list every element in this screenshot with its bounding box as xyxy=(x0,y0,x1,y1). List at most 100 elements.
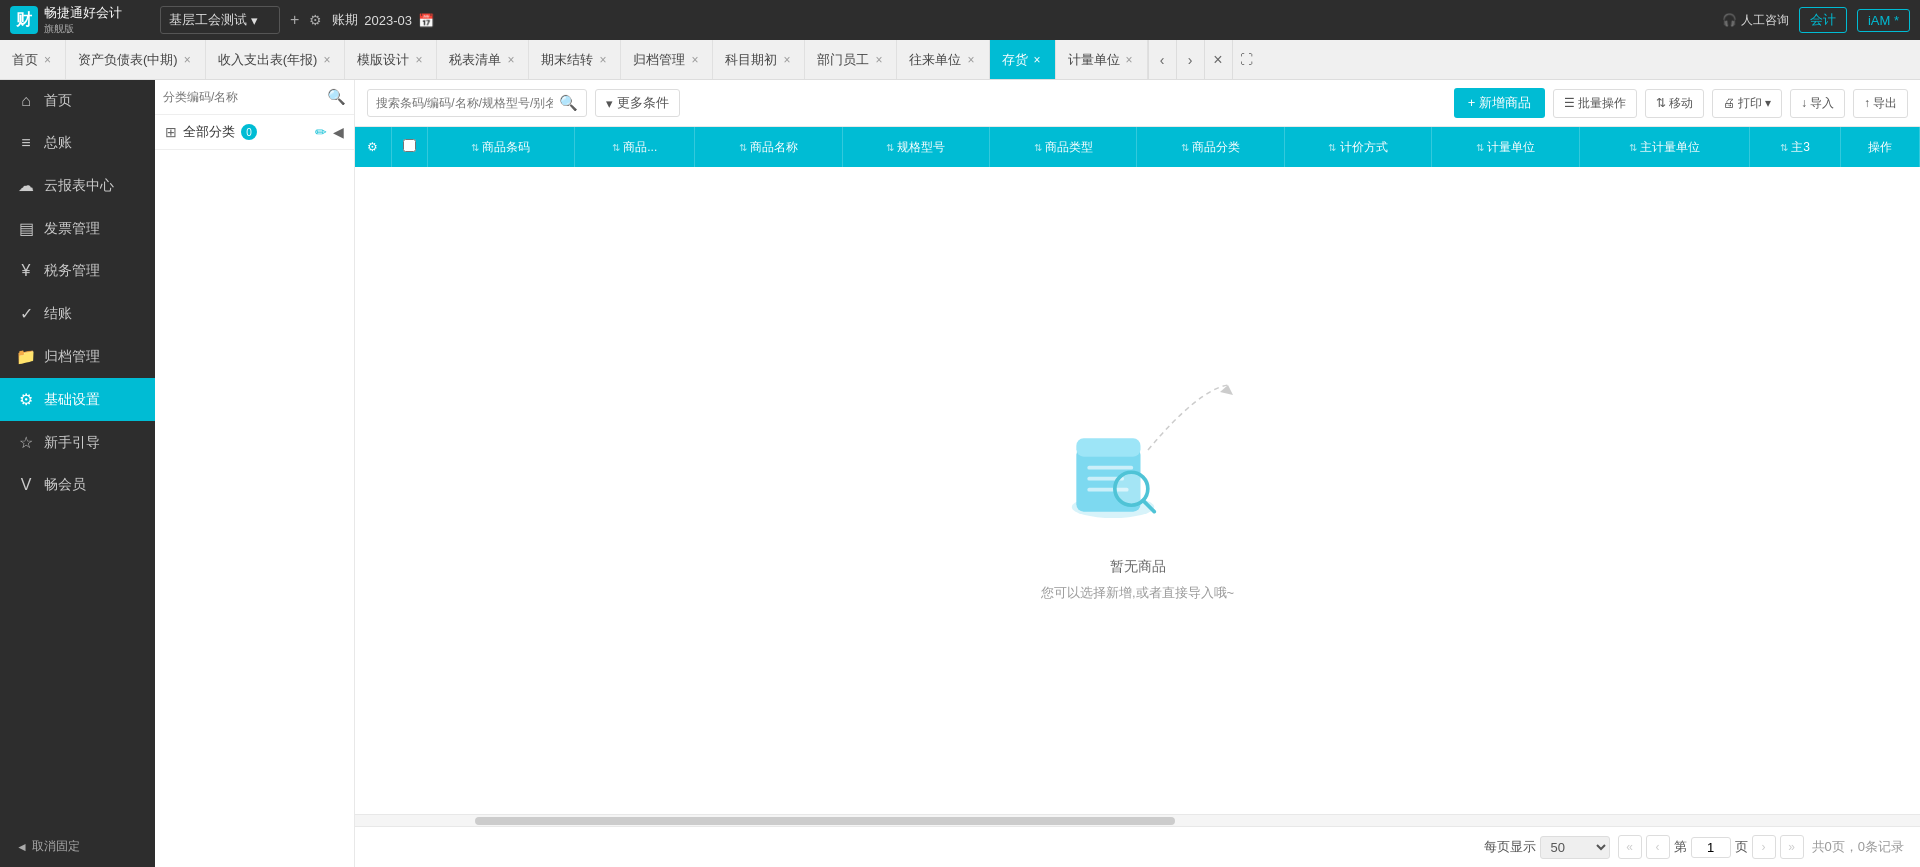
sidebar-item-archive[interactable]: 📁 归档管理 xyxy=(0,335,155,378)
sidebar-item-basic-settings[interactable]: ⚙ 基础设置 xyxy=(0,378,155,421)
export-label: 导出 xyxy=(1873,95,1897,112)
select-all-checkbox[interactable] xyxy=(403,139,416,152)
table-main-area: 🔍 ▾ 更多条件 + 新增商品 ☰ 批量操作 ⇅ 移动 xyxy=(355,80,1920,867)
col-category-header[interactable]: ⇅ 商品分类 xyxy=(1137,127,1284,167)
sidebar-item-settlement-label: 结账 xyxy=(44,305,72,323)
sidebar-item-tax-mgmt[interactable]: ¥ 税务管理 xyxy=(0,250,155,292)
sidebar-item-settlement[interactable]: ✓ 结账 xyxy=(0,292,155,335)
prev-page-button[interactable]: ‹ xyxy=(1646,835,1670,859)
col-pricing-header[interactable]: ⇅ 计价方式 xyxy=(1284,127,1431,167)
tab-income-statement[interactable]: 收入支出表(年报) × xyxy=(206,40,346,79)
tab-home[interactable]: 首页 × xyxy=(0,40,66,79)
col-unit-header[interactable]: ⇅ 计量单位 xyxy=(1432,127,1579,167)
sidebar-item-invoice-mgmt[interactable]: ▤ 发票管理 xyxy=(0,207,155,250)
account-button[interactable]: 会计 xyxy=(1799,7,1847,33)
export-button[interactable]: ↑ 导出 xyxy=(1853,89,1908,118)
col-main-unit-header[interactable]: ⇅ 主计量单位 xyxy=(1579,127,1750,167)
batch-operation-button[interactable]: ☰ 批量操作 xyxy=(1553,89,1637,118)
col-checkbox-header[interactable] xyxy=(391,127,427,167)
tab-tax-clearance-close[interactable]: × xyxy=(505,53,516,67)
product-search-icon[interactable]: 🔍 xyxy=(559,94,578,112)
tab-balance-sheet[interactable]: 资产负债表(中期) × xyxy=(66,40,206,79)
svg-rect-4 xyxy=(1087,465,1133,469)
service-label: 人工咨询 xyxy=(1741,12,1789,29)
grid-icon: ⊞ xyxy=(165,124,177,140)
tab-template-design-label: 模版设计 xyxy=(357,51,409,69)
tab-tax-clearance[interactable]: 税表清单 × xyxy=(437,40,529,79)
tab-template-design-close[interactable]: × xyxy=(413,53,424,67)
sidebar-item-new-guide[interactable]: ☆ 新手引导 xyxy=(0,421,155,464)
tab-home-label: 首页 xyxy=(12,51,38,69)
sidebar-item-basic-settings-label: 基础设置 xyxy=(44,391,100,409)
scroll-thumb[interactable] xyxy=(475,817,1175,825)
add-product-label: + 新增商品 xyxy=(1468,94,1531,112)
product-search-input[interactable] xyxy=(376,96,553,110)
col-barcode-header[interactable]: ⇅ 商品条码 xyxy=(427,127,574,167)
col-spec-header[interactable]: ⇅ 规格型号 xyxy=(842,127,989,167)
category-search-icon[interactable]: 🔍 xyxy=(327,88,346,106)
next-page-button[interactable]: › xyxy=(1752,835,1776,859)
tab-contacts[interactable]: 往来单位 × xyxy=(897,40,989,79)
tab-contacts-close[interactable]: × xyxy=(965,53,976,67)
service-button[interactable]: 🎧 人工咨询 xyxy=(1722,12,1789,29)
category-search-input[interactable] xyxy=(163,90,321,104)
sidebar-item-member[interactable]: V 畅会员 xyxy=(0,464,155,506)
tab-archive-mgmt-close[interactable]: × xyxy=(689,53,700,67)
batch-icon: ☰ xyxy=(1564,96,1575,110)
tab-unit-measure-close[interactable]: × xyxy=(1124,53,1135,67)
tab-subject-initial-close[interactable]: × xyxy=(781,53,792,67)
sort-pricing-icon: ⇅ xyxy=(1328,142,1336,153)
calendar-icon[interactable]: 📅 xyxy=(418,13,434,28)
col-settings-header[interactable]: ⚙ xyxy=(355,127,391,167)
close-all-tabs-button[interactable]: × xyxy=(1204,40,1232,80)
col-col3-header[interactable]: ⇅ 主3 xyxy=(1750,127,1841,167)
col-type-header[interactable]: ⇅ 商品类型 xyxy=(990,127,1137,167)
more-filter-button[interactable]: ▾ 更多条件 xyxy=(595,89,680,117)
tab-income-statement-close[interactable]: × xyxy=(321,53,332,67)
sidebar-item-ledger[interactable]: ≡ 总账 xyxy=(0,122,155,164)
add-tab-icon[interactable]: + xyxy=(290,11,299,29)
sidebar-item-report-center[interactable]: ☁ 云报表中心 xyxy=(0,164,155,207)
tab-subject-initial[interactable]: 科目期初 × xyxy=(713,40,805,79)
headset-icon: 🎧 xyxy=(1722,13,1737,27)
product-search-box: 🔍 xyxy=(367,89,587,117)
tab-period-end-close[interactable]: × xyxy=(597,53,608,67)
import-button[interactable]: ↓ 导入 xyxy=(1790,89,1845,118)
tab-archive-mgmt[interactable]: 归档管理 × xyxy=(621,40,713,79)
settings-icon[interactable]: ⚙ xyxy=(309,12,322,28)
print-button[interactable]: 🖨 打印 ▾ xyxy=(1712,89,1782,118)
edit-category-icon[interactable]: ✏ xyxy=(315,124,327,140)
tab-template-design[interactable]: 模版设计 × xyxy=(345,40,437,79)
add-product-button[interactable]: + 新增商品 xyxy=(1454,88,1545,118)
first-page-button[interactable]: « xyxy=(1618,835,1642,859)
tab-department-employee[interactable]: 部门员工 × xyxy=(805,40,897,79)
col-code-header[interactable]: ⇅ 商品... xyxy=(574,127,694,167)
cancel-fixed-button[interactable]: ◄ 取消固定 xyxy=(0,826,155,867)
col-name-header[interactable]: ⇅ 商品名称 xyxy=(695,127,842,167)
page-number-input[interactable] xyxy=(1691,837,1731,858)
sidebar-item-home[interactable]: ⌂ 首页 xyxy=(0,80,155,122)
tab-inventory[interactable]: 存货 × xyxy=(990,40,1056,79)
archive-icon: 📁 xyxy=(16,347,36,366)
tab-next-button[interactable]: › xyxy=(1176,40,1204,80)
tab-balance-sheet-close[interactable]: × xyxy=(182,53,193,67)
move-button[interactable]: ⇅ 移动 xyxy=(1645,89,1704,118)
iam-button[interactable]: iAM * xyxy=(1857,9,1910,32)
tab-home-close[interactable]: × xyxy=(42,53,53,67)
table-wrapper: ⚙ ⇅ 商品条码 ⇅ xyxy=(355,127,1920,814)
tab-contacts-label: 往来单位 xyxy=(909,51,961,69)
tab-unit-measure[interactable]: 计量单位 × xyxy=(1056,40,1148,79)
page-size-select[interactable]: 20 50 100 xyxy=(1540,836,1610,859)
tab-department-employee-close[interactable]: × xyxy=(873,53,884,67)
expand-window-button[interactable]: ⛶ xyxy=(1232,40,1260,80)
horizontal-scrollbar[interactable] xyxy=(355,814,1920,826)
last-page-button[interactable]: » xyxy=(1780,835,1804,859)
tab-prev-button[interactable]: ‹ xyxy=(1148,40,1176,80)
tab-inventory-close[interactable]: × xyxy=(1032,53,1043,67)
tab-period-end[interactable]: 期末结转 × xyxy=(529,40,621,79)
workspace-selector[interactable]: 基层工会测试 ▾ xyxy=(160,6,280,34)
tab-inventory-label: 存货 xyxy=(1002,51,1028,69)
table-settings-icon[interactable]: ⚙ xyxy=(367,140,378,154)
collapse-panel-icon[interactable]: ◀ xyxy=(333,124,344,140)
product-table: ⚙ ⇅ 商品条码 ⇅ xyxy=(355,127,1920,167)
